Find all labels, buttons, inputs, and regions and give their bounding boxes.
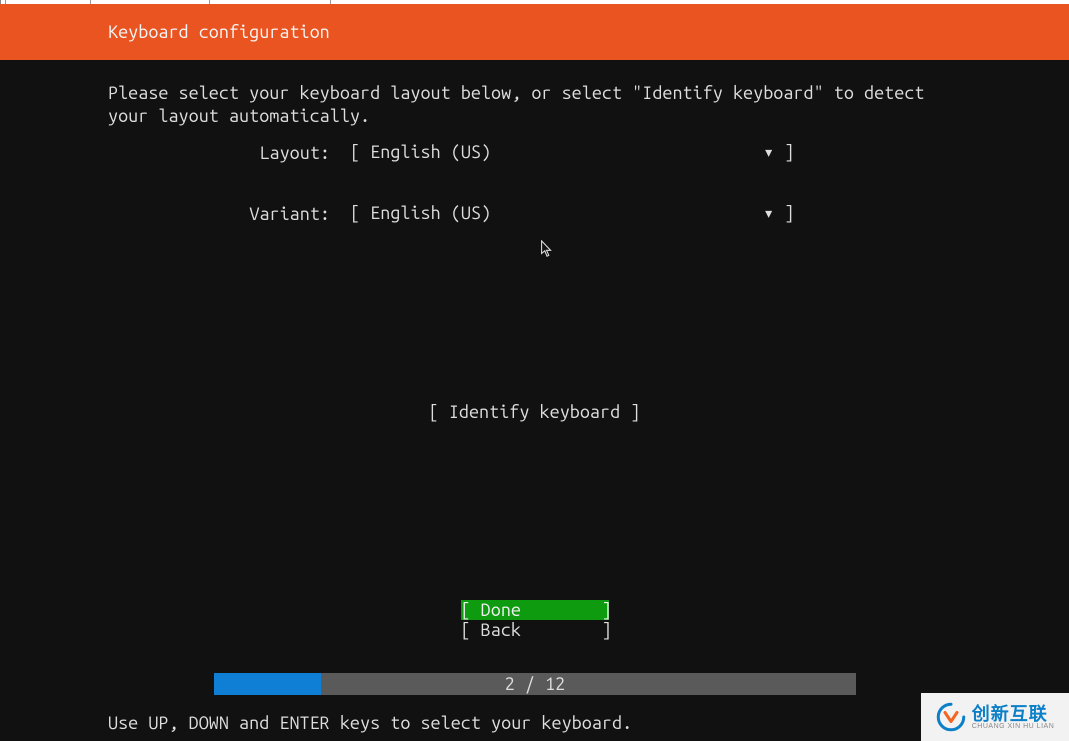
watermark-cn: 创新互联 bbox=[972, 705, 1055, 723]
browser-tab-strip bbox=[0, 0, 1069, 4]
layout-label: Layout: bbox=[0, 143, 350, 163]
page-title: Keyboard configuration bbox=[108, 22, 330, 42]
variant-dropdown[interactable]: [ English (US) ▾ ] bbox=[350, 203, 794, 224]
progress-text: 2 / 12 bbox=[214, 674, 856, 694]
installer-main: Please select your keyboard layout below… bbox=[0, 60, 1069, 741]
nav-buttons: [ Done ] [ Back ] bbox=[0, 600, 1069, 641]
hint-text: Use UP, DOWN and ENTER keys to select yo… bbox=[108, 713, 632, 733]
watermark-en: CHUANG XIN HU LIAN bbox=[972, 723, 1055, 730]
back-button[interactable]: [ Back ] bbox=[461, 620, 609, 641]
watermark: 创新互联 CHUANG XIN HU LIAN bbox=[921, 693, 1069, 741]
variant-label: Variant: bbox=[0, 204, 350, 224]
watermark-logo-icon bbox=[936, 702, 966, 732]
watermark-text: 创新互联 CHUANG XIN HU LIAN bbox=[972, 705, 1055, 730]
done-button[interactable]: [ Done ] bbox=[461, 600, 609, 621]
identify-keyboard-button[interactable]: [ Identify keyboard ] bbox=[429, 402, 641, 422]
layout-dropdown[interactable]: [ English (US) ▾ ] bbox=[350, 142, 794, 163]
progress-bar: 2 / 12 bbox=[214, 673, 856, 695]
installer-header: Keyboard configuration bbox=[0, 4, 1069, 60]
instruction-text: Please select your keyboard layout below… bbox=[108, 82, 969, 129]
